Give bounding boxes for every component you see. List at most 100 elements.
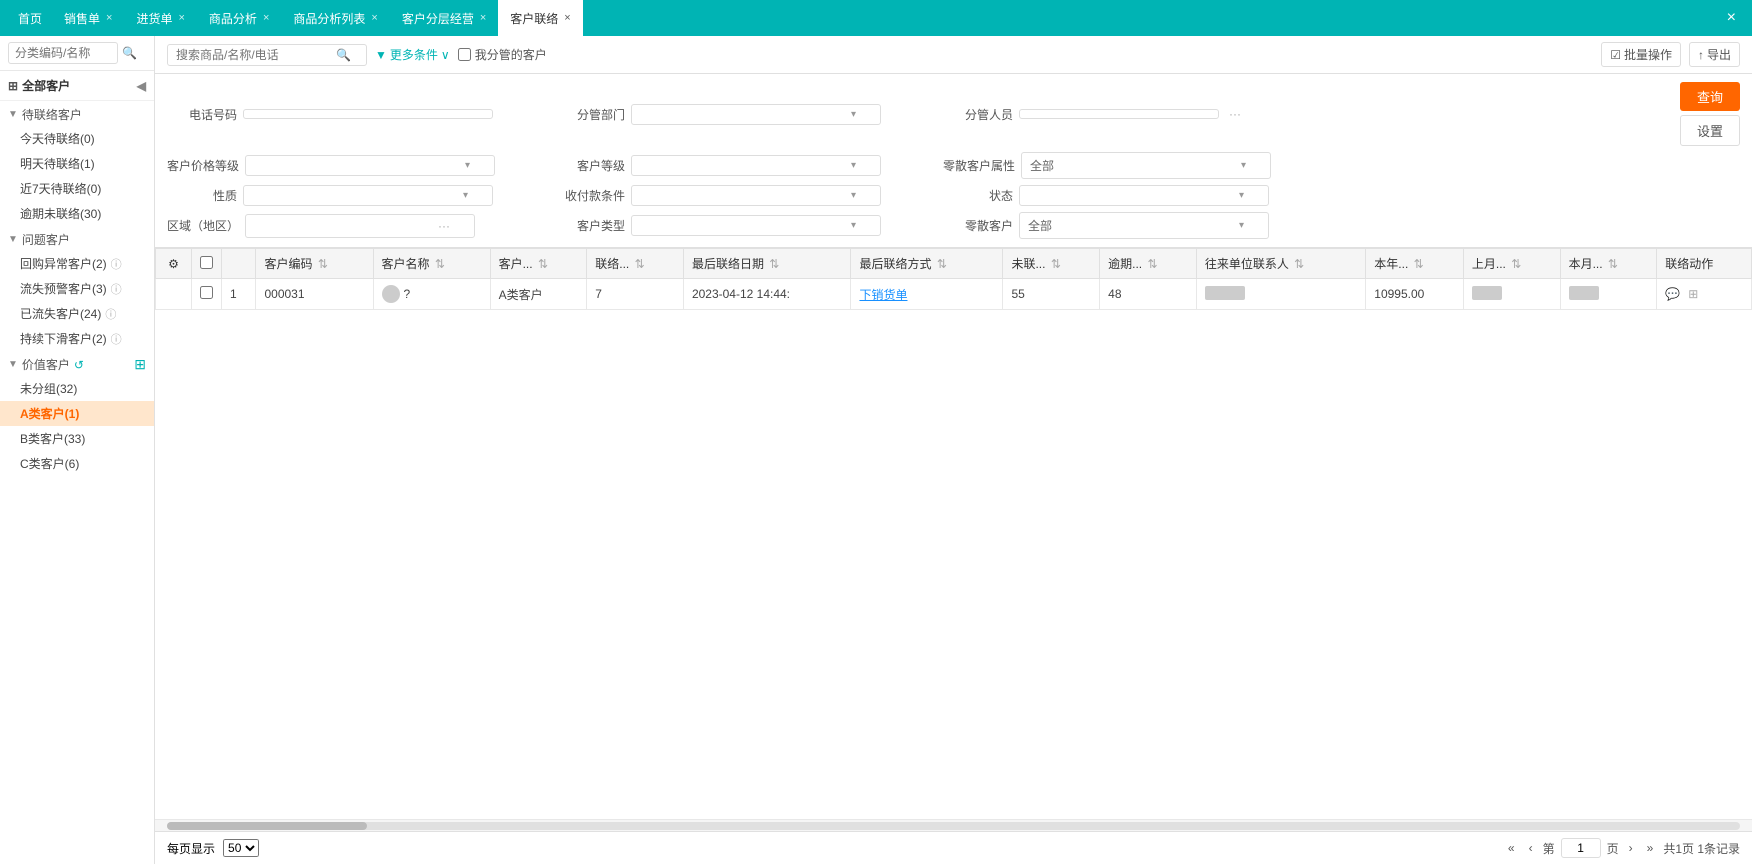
- sidebar-item-7days[interactable]: 近7天待联络(0): [0, 176, 154, 201]
- sidebar-item-overdue[interactable]: 逾期未联络(30): [0, 201, 154, 226]
- query-button[interactable]: 查询: [1680, 82, 1740, 111]
- dots-icon1[interactable]: ···: [1229, 107, 1241, 121]
- export-button[interactable]: ↑ 导出: [1689, 42, 1740, 67]
- row-checkbox[interactable]: [200, 286, 213, 299]
- next-page-button[interactable]: ›: [1625, 839, 1637, 857]
- th-last-date[interactable]: 最后联络日期 ⇅: [683, 249, 851, 279]
- sort-icon-overdue[interactable]: ⇅: [1148, 257, 1158, 271]
- th-no-contact[interactable]: 未联... ⇅: [1003, 249, 1100, 279]
- window-close-button[interactable]: ×: [1719, 9, 1744, 27]
- th-last-method[interactable]: 最后联络方式 ⇅: [851, 249, 1003, 279]
- nav-sales-close[interactable]: ×: [106, 12, 112, 24]
- filter-search-icon[interactable]: 🔍: [336, 48, 351, 62]
- sort-icon-unit[interactable]: ⇅: [1294, 257, 1304, 271]
- batch-ops-button[interactable]: ☑ 批量操作: [1601, 42, 1681, 67]
- grid-action-icon[interactable]: ⊞: [1688, 287, 1698, 301]
- chat-icon[interactable]: 💬: [1665, 287, 1680, 301]
- th-this-year[interactable]: 本年... ⇅: [1366, 249, 1464, 279]
- sidebar-item-unclassified[interactable]: 未分组(32): [0, 376, 154, 401]
- filter-more-button[interactable]: ▼ 更多条件 ∨: [375, 46, 450, 63]
- nav-purchase-close[interactable]: ×: [178, 12, 184, 24]
- filter-dept-select[interactable]: ▾: [631, 104, 881, 125]
- sidebar-search-icon[interactable]: 🔍: [122, 46, 137, 60]
- nav-customer-contact[interactable]: 客户联络 ×: [498, 0, 582, 36]
- page-input[interactable]: [1561, 838, 1601, 858]
- nav-customer-contact-close[interactable]: ×: [564, 12, 570, 24]
- sidebar-item-class-a[interactable]: A类客户(1): [0, 401, 154, 426]
- nav-customer-layer-close[interactable]: ×: [480, 12, 486, 24]
- sort-icon-this-month[interactable]: ⇅: [1608, 257, 1618, 271]
- sort-icon-method[interactable]: ⇅: [937, 257, 947, 271]
- filter-customer-level-select[interactable]: ▾: [631, 155, 881, 176]
- th-settings[interactable]: ⚙: [156, 249, 192, 279]
- settings-button[interactable]: 设置: [1680, 115, 1740, 146]
- filter-retail-attr-select[interactable]: 全部 ▾: [1021, 152, 1271, 179]
- th-this-month[interactable]: 本月... ⇅: [1560, 249, 1657, 279]
- sidebar-all-customers[interactable]: ⊞ 全部客户 ◀: [0, 71, 154, 101]
- per-page-select[interactable]: 50: [223, 839, 259, 857]
- nav-sales[interactable]: 销售单 ×: [52, 0, 124, 36]
- filter-payment-select[interactable]: ▾: [631, 185, 881, 206]
- sort-icon-category[interactable]: ⇅: [538, 257, 548, 271]
- filter-nature-select[interactable]: ▾: [243, 185, 493, 206]
- last-method-link[interactable]: 下销货单: [859, 288, 907, 302]
- scrollbar-thumb[interactable]: [167, 822, 367, 830]
- th-code[interactable]: 客户编码 ⇅: [256, 249, 373, 279]
- sort-icon-last-month[interactable]: ⇅: [1511, 257, 1521, 271]
- filter-region-select[interactable]: ···: [245, 214, 475, 238]
- nav-analysis-list-close[interactable]: ×: [371, 12, 377, 24]
- filter-retail-customer-select[interactable]: 全部 ▾: [1019, 212, 1269, 239]
- my-customers-checkbox[interactable]: 我分管的客户: [458, 46, 547, 63]
- nav-customer-layer[interactable]: 客户分层经营 ×: [390, 0, 498, 36]
- sidebar-item-class-b[interactable]: B类客户(33): [0, 426, 154, 451]
- sidebar-item-repurchase-abnormal[interactable]: 回购异常客户(2) ⓘ: [0, 251, 154, 276]
- th-checkbox-input[interactable]: [200, 256, 213, 269]
- filter-customer-type-select[interactable]: ▾: [631, 215, 881, 236]
- nav-analysis[interactable]: 商品分析 ×: [197, 0, 281, 36]
- filter-phone-input[interactable]: [243, 109, 493, 119]
- first-page-button[interactable]: «: [1504, 839, 1519, 857]
- filter-person-input[interactable]: [1019, 109, 1219, 119]
- sidebar-item-tomorrow[interactable]: 明天待联络(1): [0, 151, 154, 176]
- sidebar-item-lost[interactable]: 已流失客户(24) ⓘ: [0, 301, 154, 326]
- th-unit-contact[interactable]: 往来单位联系人 ⇅: [1196, 249, 1365, 279]
- td-last-method[interactable]: 下销货单: [851, 279, 1003, 310]
- sidebar-group-pending[interactable]: ▼ 待联络客户: [0, 101, 154, 126]
- last-page-button[interactable]: »: [1643, 839, 1658, 857]
- prev-page-button[interactable]: ‹: [1525, 839, 1537, 857]
- th-contact[interactable]: 联络... ⇅: [587, 249, 684, 279]
- td-checkbox[interactable]: [192, 279, 222, 310]
- dots-icon2[interactable]: ···: [438, 219, 450, 233]
- sidebar-item-today[interactable]: 今天待联络(0): [0, 126, 154, 151]
- scrollbar-track[interactable]: [167, 822, 1740, 830]
- sort-icon-nocontact[interactable]: ⇅: [1051, 257, 1061, 271]
- sort-icon-contact[interactable]: ⇅: [635, 257, 645, 271]
- sidebar-group-problem[interactable]: ▼ 问题客户: [0, 226, 154, 251]
- sort-icon-date[interactable]: ⇅: [769, 257, 779, 271]
- sidebar-search-input[interactable]: [8, 42, 118, 64]
- th-last-month[interactable]: 上月... ⇅: [1463, 249, 1560, 279]
- th-checkbox[interactable]: [192, 249, 222, 279]
- filter-price-level-select[interactable]: ▾: [245, 155, 495, 176]
- filter-search-input[interactable]: [176, 48, 336, 62]
- th-name[interactable]: 客户名称 ⇅: [373, 249, 490, 279]
- nav-analysis-close[interactable]: ×: [263, 12, 269, 24]
- sort-icon-year[interactable]: ⇅: [1414, 257, 1424, 271]
- nav-analysis-list[interactable]: 商品分析列表 ×: [281, 0, 389, 36]
- sort-icon-name[interactable]: ⇅: [435, 257, 445, 271]
- add-group-icon[interactable]: ⊞: [134, 356, 146, 373]
- sidebar-item-declining[interactable]: 持续下滑客户(2) ⓘ: [0, 326, 154, 351]
- refresh-icon[interactable]: ↺: [74, 358, 84, 372]
- th-overdue[interactable]: 逾期... ⇅: [1100, 249, 1197, 279]
- nav-home[interactable]: 首页: [8, 0, 52, 36]
- sort-icon-code[interactable]: ⇅: [318, 257, 328, 271]
- sidebar-group-value[interactable]: ▼ 价值客户 ↺ ⊞: [0, 351, 154, 376]
- nav-purchase[interactable]: 进货单 ×: [124, 0, 196, 36]
- filter-status-select[interactable]: ▾: [1019, 185, 1269, 206]
- my-customers-check-input[interactable]: [458, 48, 471, 61]
- horizontal-scrollbar[interactable]: [155, 819, 1752, 831]
- th-category[interactable]: 客户... ⇅: [490, 249, 587, 279]
- sidebar-item-lost-warning[interactable]: 流失预警客户(3) ⓘ: [0, 276, 154, 301]
- sidebar-collapse-icon[interactable]: ◀: [137, 79, 146, 93]
- sidebar-item-class-c[interactable]: C类客户(6): [0, 451, 154, 476]
